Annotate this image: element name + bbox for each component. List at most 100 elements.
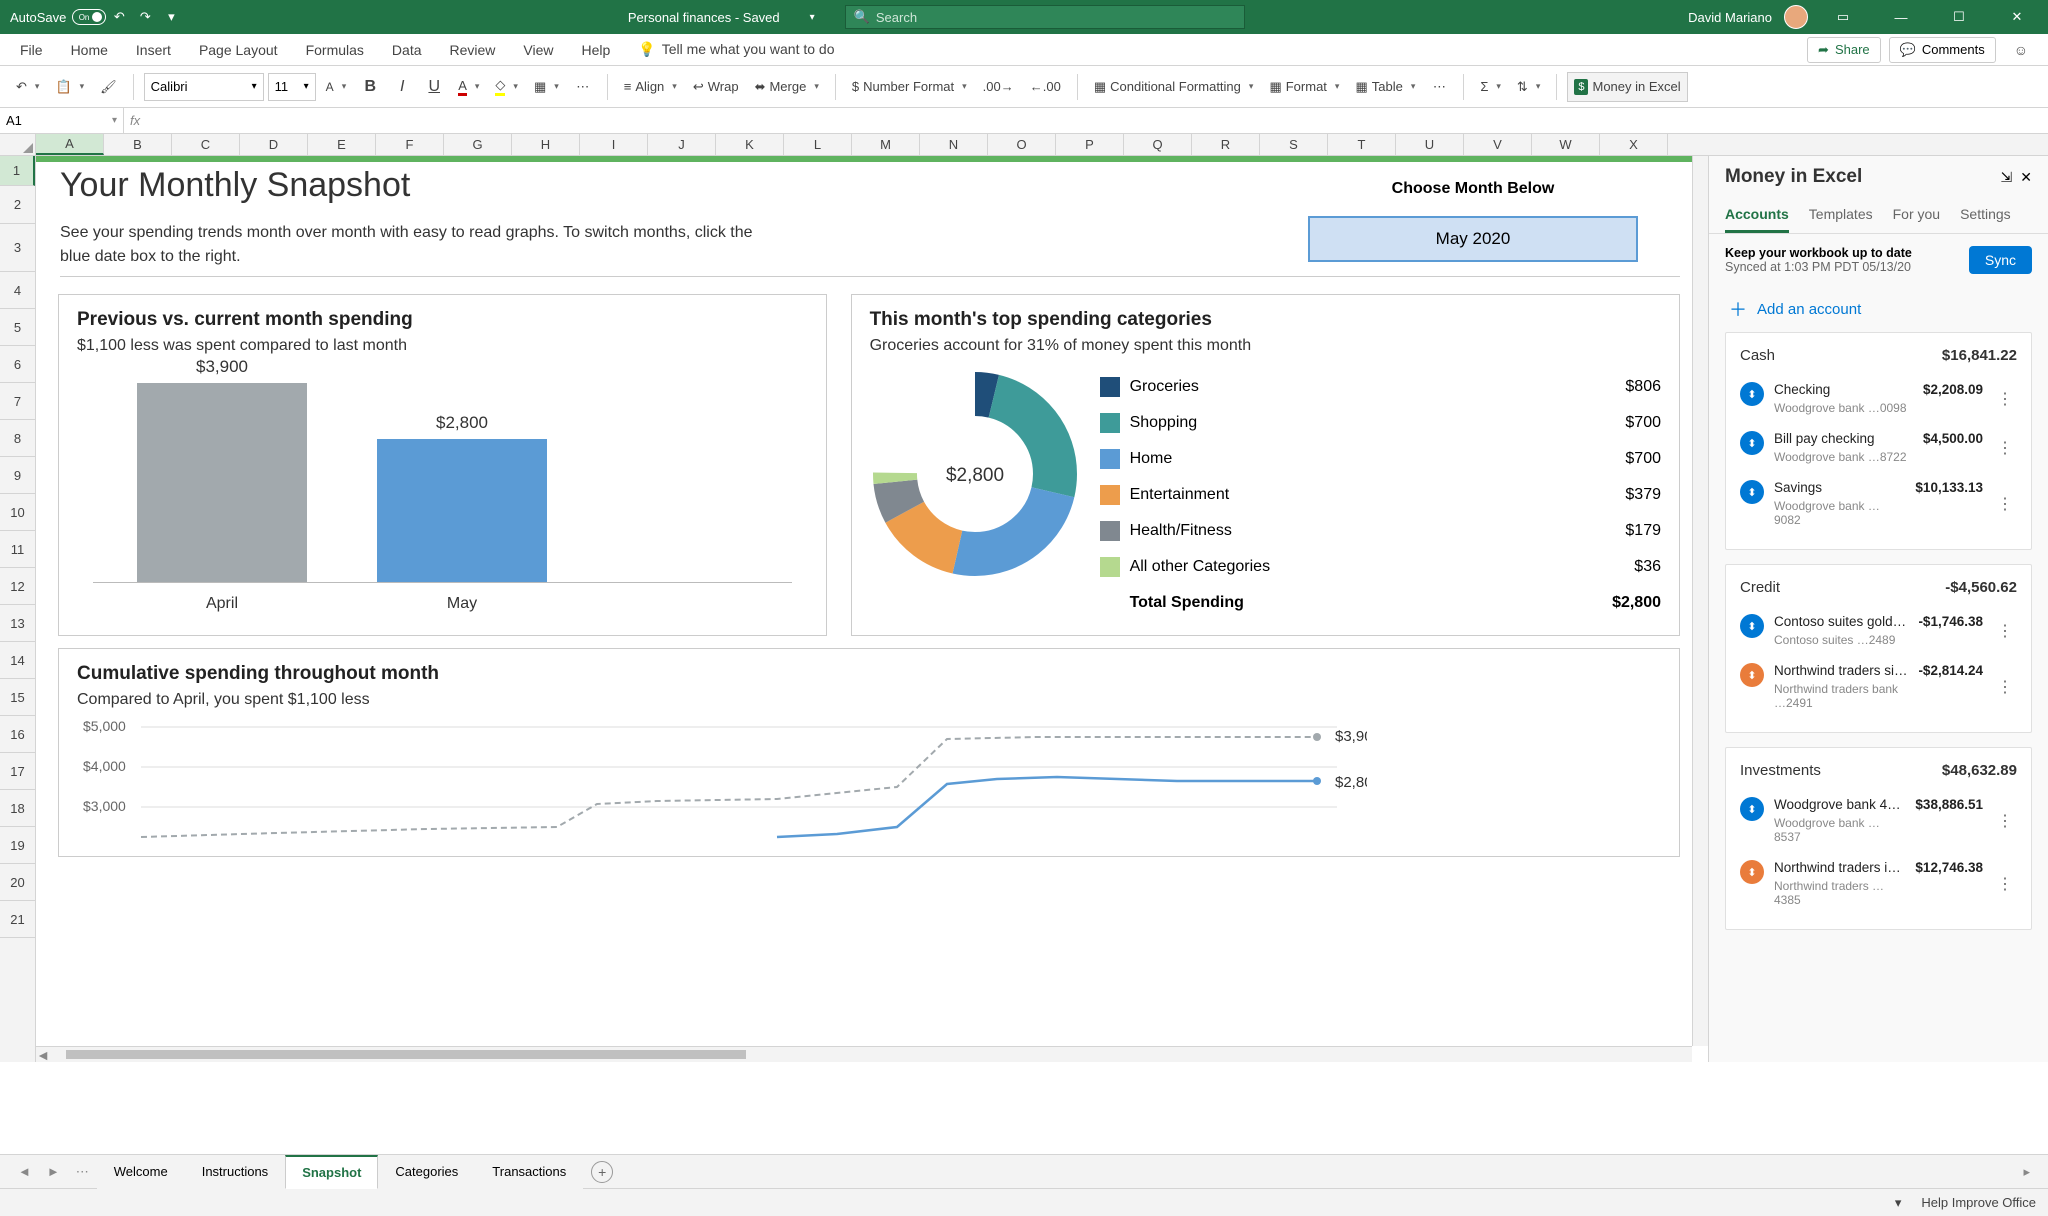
- panel-tab-accounts[interactable]: Accounts: [1725, 198, 1789, 233]
- col-header[interactable]: G: [444, 134, 512, 155]
- cond-format-button[interactable]: ▦ Conditional Formatting: [1088, 72, 1260, 102]
- undo-icon[interactable]: ↶: [108, 6, 130, 28]
- select-all-cell[interactable]: [0, 134, 36, 155]
- account-more-icon[interactable]: ⋮: [1993, 389, 2017, 409]
- merge-button[interactable]: ⬌ Merge: [749, 72, 825, 102]
- account-more-icon[interactable]: ⋮: [1993, 874, 2017, 894]
- menu-insert[interactable]: Insert: [122, 36, 185, 64]
- col-header[interactable]: M: [852, 134, 920, 155]
- row-header[interactable]: 13: [0, 605, 35, 642]
- row-header[interactable]: 12: [0, 568, 35, 605]
- close-button[interactable]: ✕: [1994, 0, 2040, 34]
- qat-more-icon[interactable]: ▾: [160, 6, 182, 28]
- search-box[interactable]: 🔍 Search: [845, 5, 1245, 29]
- tab-nav-prev[interactable]: ►: [39, 1164, 68, 1179]
- tell-me[interactable]: 💡Tell me what you want to do: [624, 35, 848, 64]
- menu-data[interactable]: Data: [378, 36, 436, 64]
- dec-decimal[interactable]: ←.00: [1024, 72, 1067, 102]
- row-header[interactable]: 10: [0, 494, 35, 531]
- row-header[interactable]: 3: [0, 224, 35, 272]
- ribbon-mode-icon[interactable]: ▭: [1820, 0, 1866, 34]
- col-header[interactable]: P: [1056, 134, 1124, 155]
- name-box[interactable]: A1▾: [0, 108, 124, 133]
- minimize-button[interactable]: —: [1878, 0, 1924, 34]
- borders-button[interactable]: ▦: [528, 72, 565, 102]
- col-header[interactable]: H: [512, 134, 580, 155]
- comments-button[interactable]: 💬Comments: [1889, 37, 1996, 63]
- menu-review[interactable]: Review: [436, 36, 510, 64]
- row-header[interactable]: 17: [0, 753, 35, 790]
- col-header[interactable]: E: [308, 134, 376, 155]
- panel-tab-settings[interactable]: Settings: [1960, 198, 2011, 233]
- account-item[interactable]: ⬍Bill pay checkingWoodgrove bank …8722$4…: [1740, 423, 2017, 472]
- font-size-more[interactable]: A: [320, 72, 353, 102]
- account-item[interactable]: ⬍Northwind traders indexNorthwind trader…: [1740, 852, 2017, 915]
- account-item[interactable]: ⬍Northwind traders silverNorthwind trade…: [1740, 655, 2017, 718]
- row-header[interactable]: 21: [0, 901, 35, 938]
- col-header[interactable]: N: [920, 134, 988, 155]
- autosave-toggle[interactable]: On: [72, 9, 106, 25]
- col-header[interactable]: J: [648, 134, 716, 155]
- row-header[interactable]: 1: [0, 156, 35, 186]
- tab-nav-more[interactable]: ⋯: [68, 1164, 97, 1180]
- inc-decimal[interactable]: .00→: [977, 72, 1020, 102]
- italic-button[interactable]: I: [388, 72, 416, 102]
- menu-home[interactable]: Home: [57, 36, 122, 64]
- panel-tab-templates[interactable]: Templates: [1809, 198, 1873, 233]
- row-header[interactable]: 19: [0, 827, 35, 864]
- account-more-icon[interactable]: ⋮: [1993, 621, 2017, 641]
- bold-button[interactable]: B: [356, 72, 384, 102]
- row-header[interactable]: 7: [0, 383, 35, 420]
- col-header[interactable]: X: [1600, 134, 1668, 155]
- row-header[interactable]: 11: [0, 531, 35, 568]
- format-button[interactable]: ▦ Format: [1263, 72, 1345, 102]
- sync-button[interactable]: Sync: [1969, 246, 2032, 274]
- row-header[interactable]: 8: [0, 420, 35, 457]
- col-header[interactable]: L: [784, 134, 852, 155]
- money-in-excel-button[interactable]: $Money in Excel: [1567, 72, 1687, 102]
- col-header[interactable]: R: [1192, 134, 1260, 155]
- fill-color-button[interactable]: ◇: [489, 72, 524, 102]
- row-header[interactable]: 9: [0, 457, 35, 494]
- menu-formulas[interactable]: Formulas: [292, 36, 378, 64]
- account-more-icon[interactable]: ⋮: [1993, 811, 2017, 831]
- col-header[interactable]: T: [1328, 134, 1396, 155]
- share-button[interactable]: ➦Share: [1807, 37, 1881, 63]
- row-header[interactable]: 18: [0, 790, 35, 827]
- table-button[interactable]: ▦ Table: [1349, 72, 1421, 102]
- col-header[interactable]: W: [1532, 134, 1600, 155]
- user-name[interactable]: David Mariano: [1688, 10, 1772, 25]
- underline-button[interactable]: U: [420, 72, 448, 102]
- more-styles[interactable]: ⋯: [1425, 72, 1453, 102]
- menu-file[interactable]: File: [6, 36, 57, 64]
- font-name-select[interactable]: Calibri▾: [144, 73, 264, 101]
- sheet-tab-welcome[interactable]: Welcome: [97, 1155, 185, 1189]
- sheet-tab-transactions[interactable]: Transactions: [475, 1155, 583, 1189]
- sheet-tab-categories[interactable]: Categories: [378, 1155, 475, 1189]
- row-header[interactable]: 20: [0, 864, 35, 901]
- col-header[interactable]: U: [1396, 134, 1464, 155]
- autosum-button[interactable]: Σ: [1474, 72, 1507, 102]
- panel-pop-icon[interactable]: ⇲: [2001, 169, 2013, 185]
- more-font[interactable]: ⋯: [569, 72, 597, 102]
- col-header[interactable]: B: [104, 134, 172, 155]
- file-name[interactable]: Personal finances - Saved: [628, 10, 780, 25]
- menu-page-layout[interactable]: Page Layout: [185, 36, 292, 64]
- col-header[interactable]: O: [988, 134, 1056, 155]
- status-caret-icon[interactable]: ▾: [1895, 1195, 1902, 1211]
- redo-icon[interactable]: ↷: [134, 6, 156, 28]
- panel-close-icon[interactable]: ✕: [2020, 169, 2032, 185]
- add-account-button[interactable]: ＋Add an account: [1709, 286, 2048, 332]
- emoji-button[interactable]: ☺: [2000, 36, 2042, 64]
- menu-help[interactable]: Help: [568, 36, 625, 64]
- worksheet[interactable]: Your Monthly Snapshot See your spending …: [36, 156, 1708, 1062]
- month-select-box[interactable]: May 2020: [1308, 216, 1638, 262]
- col-header[interactable]: D: [240, 134, 308, 155]
- col-header[interactable]: Q: [1124, 134, 1192, 155]
- sort-filter-button[interactable]: ⇅: [1511, 72, 1546, 102]
- account-more-icon[interactable]: ⋮: [1993, 438, 2017, 458]
- account-item[interactable]: ⬍CheckingWoodgrove bank …0098$2,208.09⋮: [1740, 374, 2017, 423]
- user-avatar[interactable]: [1784, 5, 1808, 29]
- font-color-button[interactable]: A: [452, 72, 485, 102]
- col-header[interactable]: C: [172, 134, 240, 155]
